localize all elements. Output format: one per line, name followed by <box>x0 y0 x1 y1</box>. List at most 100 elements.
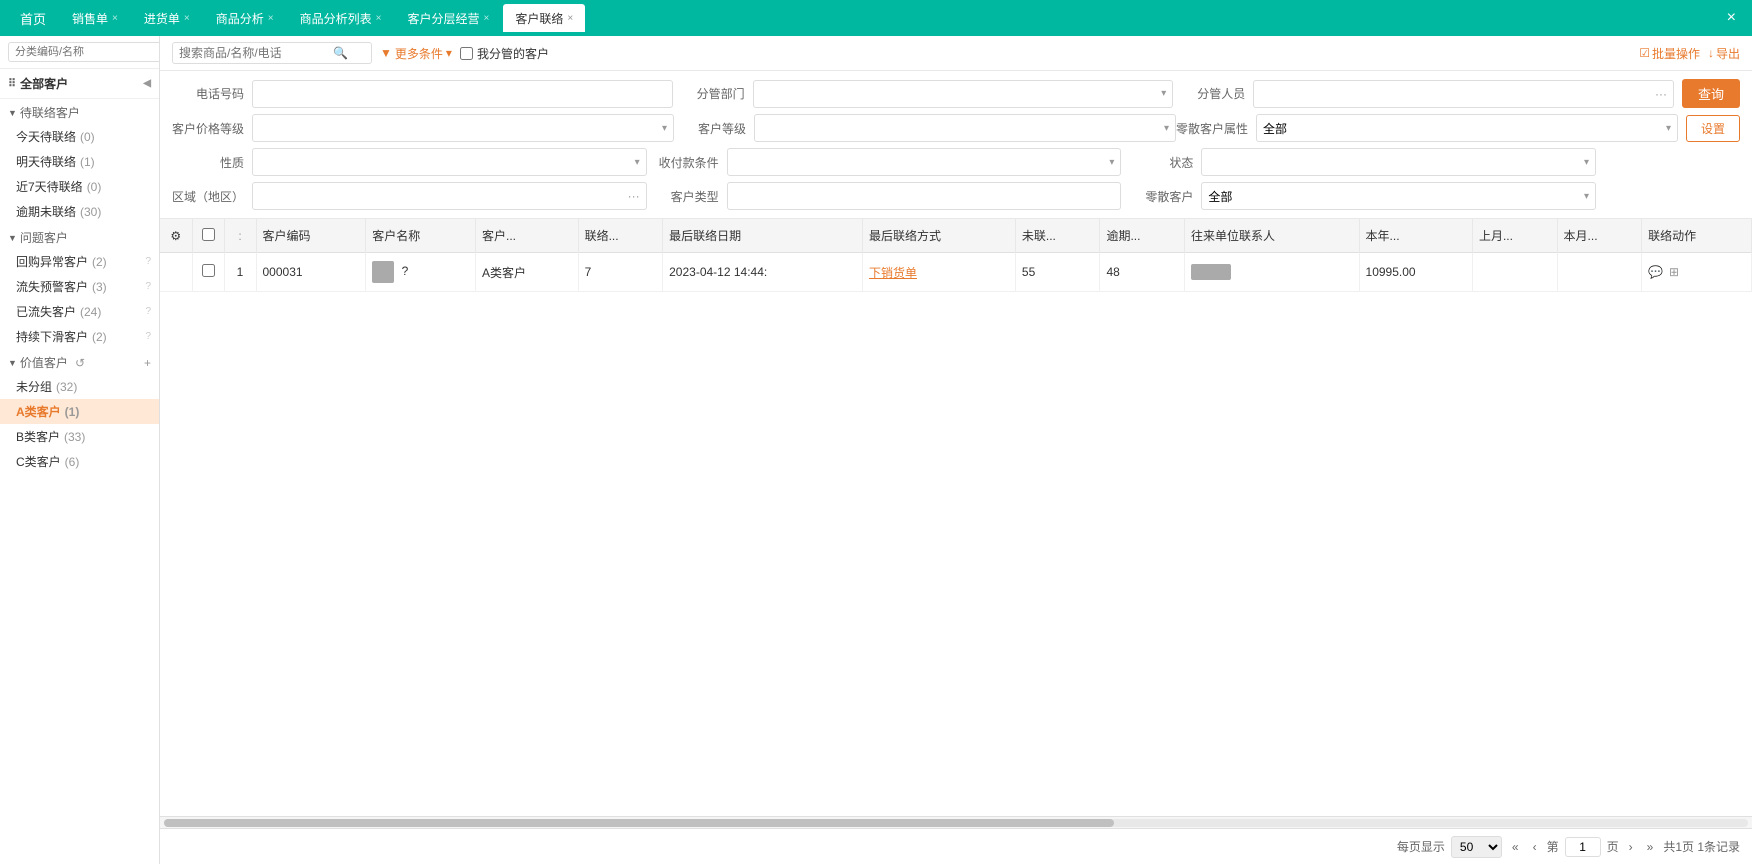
more-btn-region[interactable]: ··· <box>628 189 640 203</box>
nav-customer-contact[interactable]: 客户联络 × <box>503 4 585 32</box>
phone-input[interactable] <box>252 80 673 108</box>
customer-avatar <box>372 261 394 283</box>
retail-customer-select[interactable]: 全部 ▾ <box>1201 182 1596 210</box>
th-name[interactable]: 客户名称 <box>366 219 476 253</box>
horizontal-scrollbar[interactable] <box>160 816 1752 828</box>
action-icons: 💬 ⊞ <box>1648 265 1745 279</box>
sidebar-group-problem[interactable]: ▼ 问题客户 <box>0 224 159 249</box>
nav-sales[interactable]: 销售单 × <box>60 4 130 32</box>
th-code[interactable]: 客户编码 <box>256 219 366 253</box>
sidebar-item-churned[interactable]: 已流失客户 (24) ? <box>0 299 159 324</box>
sidebar-item-7days[interactable]: 近7天待联络 (0) <box>0 174 159 199</box>
data-table: ⚙ : 客户编码 客户名称 客户... 联络... <box>160 219 1752 292</box>
row-checkbox[interactable] <box>202 264 215 277</box>
nav-product-list[interactable]: 商品分析列表 × <box>288 4 394 32</box>
sidebar-item-type-a[interactable]: A类客户 (1) <box>0 399 159 424</box>
sidebar-item-churn-warning[interactable]: 流失预警客户 (3) ? <box>0 274 159 299</box>
retail-attr-select[interactable]: 全部 ▾ <box>1256 114 1678 142</box>
sidebar-item-today[interactable]: 今天待联络 (0) <box>0 124 159 149</box>
sidebar-item-type-b[interactable]: B类客户 (33) <box>0 424 159 449</box>
nature-select[interactable]: ▾ <box>252 148 647 176</box>
region-input[interactable]: ··· <box>252 182 647 210</box>
scrollbar-track[interactable] <box>164 819 1748 827</box>
nav-home[interactable]: 首页 <box>8 4 58 32</box>
per-page-select[interactable]: 50 100 <box>1451 836 1502 858</box>
refresh-icon[interactable]: ↺ <box>75 356 85 370</box>
nav-purchase[interactable]: 进货单 × <box>132 4 202 32</box>
td-name[interactable]: ? <box>366 253 476 292</box>
add-icon[interactable]: + <box>144 356 151 370</box>
nav-product-analysis[interactable]: 商品分析 × <box>204 4 286 32</box>
td-checkbox[interactable] <box>192 253 224 292</box>
th-checkbox[interactable] <box>192 219 224 253</box>
sidebar-item-overdue[interactable]: 逾期未联络 (30) <box>0 199 159 224</box>
export-icon: ↓ <box>1708 46 1714 60</box>
td-last-method[interactable]: 下销货单 <box>862 253 1015 292</box>
filter-dept: 分管部门 ▾ <box>673 80 1174 108</box>
sidebar-group-value[interactable]: ▼ 价值客户 ↺ + <box>0 349 159 374</box>
search-input[interactable] <box>179 46 329 60</box>
sidebar-search-input[interactable] <box>8 42 160 62</box>
th-last-month[interactable]: 上月... <box>1472 219 1557 253</box>
close-product-analysis-tab[interactable]: × <box>268 13 274 24</box>
per-page-label: 每页显示 <box>1397 838 1445 855</box>
chat-icon[interactable]: 💬 <box>1648 265 1663 279</box>
th-contacts[interactable]: 往来单位联系人 <box>1185 219 1360 253</box>
th-overdue[interactable]: 逾期... <box>1100 219 1185 253</box>
export-btn[interactable]: ↓ 导出 <box>1708 45 1740 62</box>
th-last-date[interactable]: 最后联络日期 <box>663 219 863 253</box>
sidebar-item-tomorrow[interactable]: 明天待联络 (1) <box>0 149 159 174</box>
customer-type-input[interactable] <box>727 182 1122 210</box>
close-sales-tab[interactable]: × <box>112 13 118 24</box>
th-contact-count[interactable]: 联络... <box>578 219 663 253</box>
th-level[interactable]: 客户... <box>476 219 579 253</box>
th-settings[interactable]: ⚙ <box>160 219 192 253</box>
close-product-list-tab[interactable]: × <box>376 13 382 24</box>
th-last-method[interactable]: 最后联络方式 <box>862 219 1015 253</box>
sidebar-item-ungrouped[interactable]: 未分组 (32) <box>0 374 159 399</box>
my-customers-checkbox[interactable]: 我分管的客户 <box>460 45 549 62</box>
more-filters-btn[interactable]: ▼ 更多条件 ▾ <box>380 45 452 62</box>
close-purchase-tab[interactable]: × <box>184 13 190 24</box>
status-select[interactable]: ▾ <box>1201 148 1596 176</box>
select-all-checkbox[interactable] <box>202 228 215 241</box>
my-customers-check[interactable] <box>460 47 473 60</box>
help-icon-4: ? <box>145 331 151 342</box>
first-page-btn[interactable]: « <box>1508 838 1523 856</box>
close-all-tabs[interactable]: × <box>1719 9 1744 27</box>
customer-type-label: 客户类型 <box>647 188 727 205</box>
help-icon-2: ? <box>145 281 151 292</box>
batch-ops-btn[interactable]: ☑ 批量操作 <box>1639 45 1700 62</box>
next-page-btn[interactable]: › <box>1625 838 1637 856</box>
sidebar-group-pending[interactable]: ▼ 待联络客户 <box>0 99 159 124</box>
more-btn-manager[interactable]: ··· <box>1655 87 1667 101</box>
td-code[interactable]: 000031 <box>256 253 366 292</box>
customer-level-select[interactable]: ▾ <box>754 114 1176 142</box>
nav-customer-segment[interactable]: 客户分层经营 × <box>395 4 501 32</box>
td-action: 💬 ⊞ <box>1642 253 1752 292</box>
th-this-month[interactable]: 本月... <box>1557 219 1642 253</box>
last-page-btn[interactable]: » <box>1643 838 1658 856</box>
close-customer-contact-tab[interactable]: × <box>567 13 573 24</box>
payment-select[interactable]: ▾ <box>727 148 1122 176</box>
sidebar-item-repurchase[interactable]: 回购异常客户 (2) ? <box>0 249 159 274</box>
dept-select[interactable]: ▾ <box>753 80 1174 108</box>
th-no-contact[interactable]: 未联... <box>1015 219 1100 253</box>
sidebar-all-customers[interactable]: ⠿ 全部客户 ◀ <box>0 69 159 99</box>
price-level-select[interactable]: ▾ <box>252 114 674 142</box>
manager-input[interactable]: ··· <box>1253 80 1674 108</box>
settings-btn[interactable]: 设置 <box>1686 115 1740 142</box>
th-year-amount[interactable]: 本年... <box>1359 219 1472 253</box>
prev-page-btn[interactable]: ‹ <box>1529 838 1541 856</box>
scrollbar-thumb[interactable] <box>164 819 1114 827</box>
sidebar-item-declining[interactable]: 持续下滑客户 (2) ? <box>0 324 159 349</box>
close-customer-segment-tab[interactable]: × <box>483 13 489 24</box>
sidebar-item-type-c[interactable]: C类客户 (6) <box>0 449 159 474</box>
query-btn[interactable]: 查询 <box>1682 79 1740 108</box>
search-box: 🔍 <box>172 42 372 64</box>
grid-icon-action[interactable]: ⊞ <box>1669 265 1679 279</box>
advanced-filters: 电话号码 分管部门 ▾ 分管人员 ··· <box>160 71 1752 219</box>
td-last-month <box>1472 253 1557 292</box>
page-input[interactable] <box>1565 837 1601 857</box>
table-header-row: ⚙ : 客户编码 客户名称 客户... 联络... <box>160 219 1752 253</box>
